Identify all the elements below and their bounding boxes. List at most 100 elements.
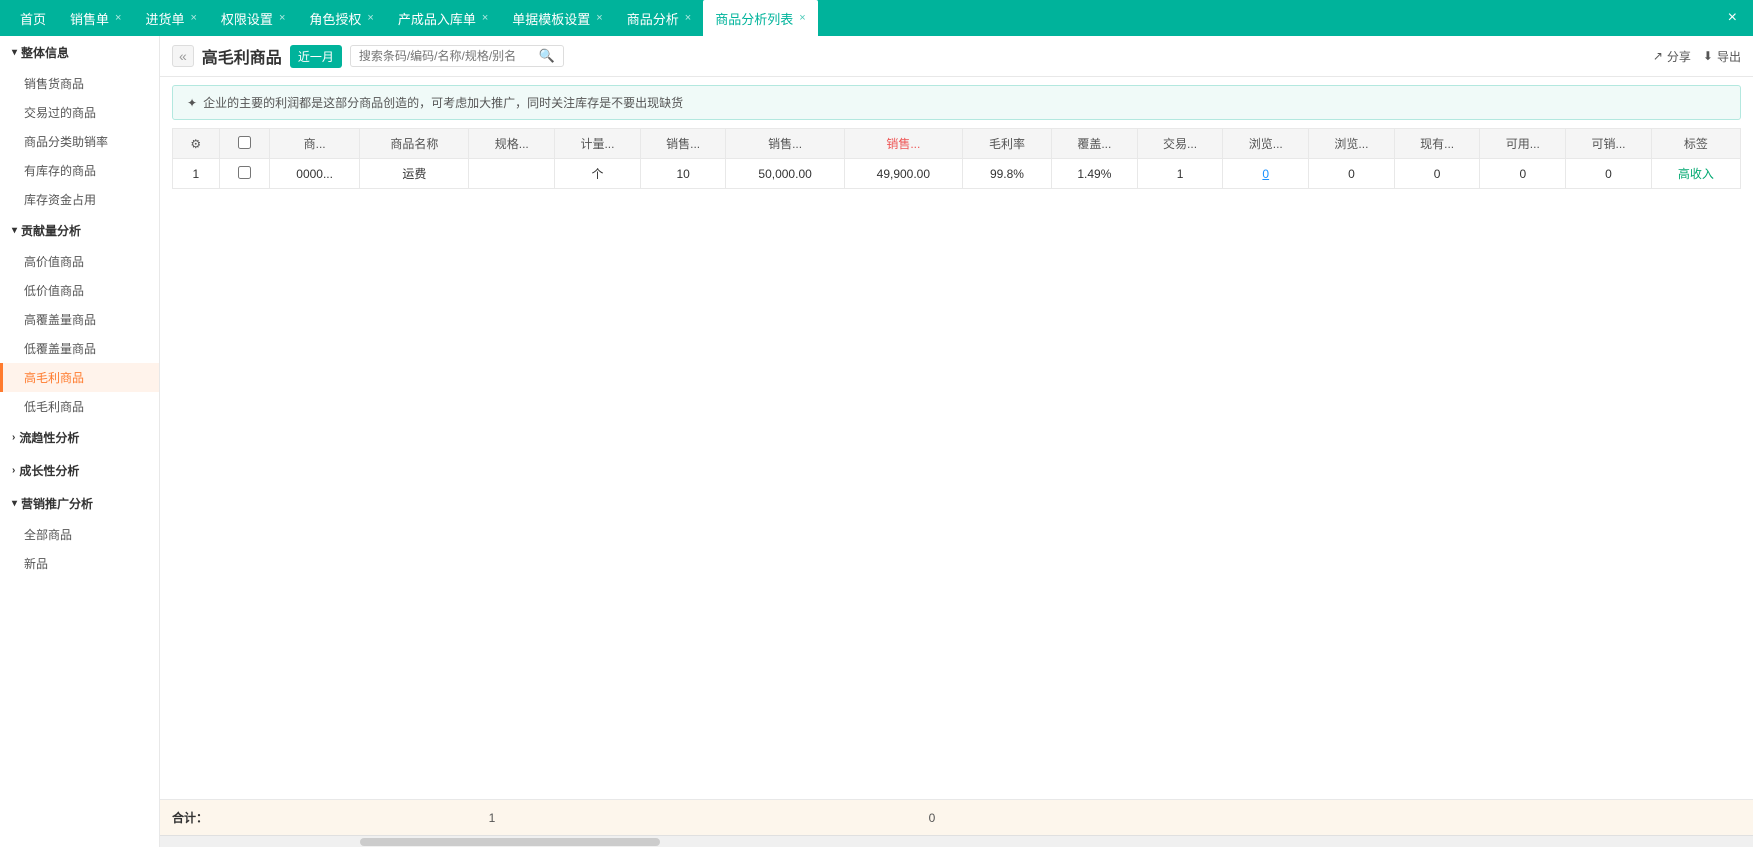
arrow-growth: › [12, 465, 15, 476]
goods-table: ⚙ 商... 商品名称 规格... 计量... 销售... 销售... 销售..… [172, 128, 1741, 189]
total-label: 合计： [172, 809, 252, 826]
cell-sale-amount: 50,000.00 [726, 159, 844, 189]
cell-saleable: 0 [1566, 159, 1652, 189]
cell-name: 运费 [360, 159, 469, 189]
cell-transaction: 1 [1137, 159, 1223, 189]
share-button[interactable]: ↗ 分享 [1653, 48, 1691, 65]
search-input[interactable] [359, 49, 539, 63]
col-coverage: 覆盖... [1052, 129, 1138, 159]
sidebar-item-traded-goods[interactable]: 交易过的商品 [0, 98, 159, 127]
sidebar-item-high-coverage[interactable]: 高覆盖量商品 [0, 305, 159, 334]
table-row: 1 0000... 运费 个 10 50,000.00 49,900.00 99… [173, 159, 1741, 189]
sidebar-item-low-margin[interactable]: 低毛利商品 [0, 392, 159, 421]
period-button[interactable]: 近一月 [290, 45, 342, 68]
col-available-stock: 可用... [1480, 129, 1566, 159]
nav-close-product-inbound[interactable]: × [482, 12, 488, 24]
nav-close-role[interactable]: × [367, 12, 373, 24]
col-tag: 标签 [1651, 129, 1740, 159]
sidebar-item-high-value[interactable]: 高价值商品 [0, 247, 159, 276]
page-title: 高毛利商品 [202, 44, 282, 68]
cell-browse1[interactable]: 0 [1223, 159, 1309, 189]
header-actions: ↗ 分享 ⬇ 导出 [1653, 48, 1741, 65]
nav-item-goods-analysis-list[interactable]: 商品分析列表 × [703, 0, 817, 36]
nav-item-product-inbound[interactable]: 产成品入库单 × [386, 0, 500, 36]
cell-available-stock: 0 [1480, 159, 1566, 189]
horizontal-scrollbar[interactable] [160, 835, 1753, 847]
sidebar-group-growth[interactable]: › 成长性分析 [0, 454, 159, 487]
col-gross-margin: 毛利率 [962, 129, 1051, 159]
search-icon: 🔍 [539, 48, 555, 64]
cell-coverage: 1.49% [1052, 159, 1138, 189]
nav-close-goods-analysis[interactable]: × [685, 12, 691, 24]
arrow-overview: ▾ [12, 47, 17, 58]
col-name: 商品名称 [360, 129, 469, 159]
nav-close-template[interactable]: × [596, 12, 602, 24]
cell-browse2: 0 [1309, 159, 1395, 189]
arrow-marketing: ▾ [12, 498, 17, 509]
cell-sale-qty: 10 [640, 159, 726, 189]
nav-item-template[interactable]: 单据模板设置 × [500, 0, 614, 36]
nav-close-all-button[interactable]: × [1720, 9, 1745, 27]
cell-sale-profit: 49,900.00 [844, 159, 962, 189]
sidebar-collapse-button[interactable]: « [172, 45, 194, 67]
select-all-checkbox[interactable] [238, 136, 251, 149]
sidebar-item-new-goods[interactable]: 新品 [0, 549, 159, 578]
cell-index: 1 [173, 159, 220, 189]
col-browse1: 浏览... [1223, 129, 1309, 159]
export-button[interactable]: ⬇ 导出 [1703, 48, 1741, 65]
nav-item-purchase[interactable]: 进货单 × [133, 0, 208, 36]
nav-item-permission[interactable]: 权限设置 × [209, 0, 297, 36]
cell-checkbox[interactable] [219, 159, 269, 189]
sidebar-item-sale-goods[interactable]: 销售货商品 [0, 69, 159, 98]
footer-cell-sale-qty: 1 [452, 811, 532, 825]
nav-close-sales[interactable]: × [115, 12, 121, 24]
col-saleable: 可销... [1566, 129, 1652, 159]
sidebar-item-in-stock[interactable]: 有库存的商品 [0, 156, 159, 185]
sidebar-group-overview[interactable]: ▾ 整体信息 [0, 36, 159, 69]
col-spec: 规格... [469, 129, 555, 159]
search-box: 🔍 [350, 45, 564, 67]
col-transaction: 交易... [1137, 129, 1223, 159]
sidebar-item-high-margin[interactable]: 高毛利商品 [0, 363, 159, 392]
cell-spec [469, 159, 555, 189]
col-sale-qty: 销售... [640, 129, 726, 159]
nav-close-purchase[interactable]: × [190, 12, 196, 24]
sidebar-item-stock-capital[interactable]: 库存资金占用 [0, 185, 159, 214]
nav-item-role[interactable]: 角色授权 × [297, 0, 385, 36]
row-checkbox[interactable] [238, 166, 251, 179]
sidebar-item-category-rate[interactable]: 商品分类助销率 [0, 127, 159, 156]
cell-tag: 高收入 [1651, 159, 1740, 189]
col-settings[interactable]: ⚙ [173, 129, 220, 159]
col-sale-profit: 销售... [844, 129, 962, 159]
sidebar-group-contribution[interactable]: ▾ 贡献量分析 [0, 214, 159, 247]
export-icon: ⬇ [1703, 49, 1713, 63]
nav-item-home[interactable]: 首页 [8, 0, 58, 36]
arrow-contribution: ▾ [12, 225, 17, 236]
col-browse2: 浏览... [1309, 129, 1395, 159]
col-sale-amount: 销售... [726, 129, 844, 159]
share-icon: ↗ [1653, 49, 1663, 63]
table-container: ⚙ 商... 商品名称 规格... 计量... 销售... 销售... 销售..… [160, 128, 1753, 799]
nav-item-sales[interactable]: 销售单 × [58, 0, 133, 36]
col-code: 商... [270, 129, 360, 159]
scrollbar-thumb[interactable] [360, 838, 660, 846]
nav-close-permission[interactable]: × [279, 12, 285, 24]
nav-close-goods-analysis-list[interactable]: × [799, 12, 805, 24]
sidebar-group-trend[interactable]: › 流趋性分析 [0, 421, 159, 454]
sidebar-group-marketing[interactable]: ▾ 营销推广分析 [0, 487, 159, 520]
main-layout: ▾ 整体信息 销售货商品 交易过的商品 商品分类助销率 有库存的商品 库存资金占… [0, 36, 1753, 847]
table-header-row: ⚙ 商... 商品名称 规格... 计量... 销售... 销售... 销售..… [173, 129, 1741, 159]
info-banner: ✦ 企业的主要的利润都是这部分商品创造的，可考虑加大推广，同时关注库存是不要出现… [172, 85, 1741, 120]
footer-totals: 合计： 1 0 [160, 799, 1753, 835]
footer-cell-transaction: 0 [892, 811, 972, 825]
col-current-stock: 现有... [1394, 129, 1480, 159]
sidebar-item-low-value[interactable]: 低价值商品 [0, 276, 159, 305]
nav-item-goods-analysis[interactable]: 商品分析 × [615, 0, 703, 36]
arrow-trend: › [12, 432, 15, 443]
sidebar-item-low-coverage[interactable]: 低覆盖量商品 [0, 334, 159, 363]
info-icon: ✦ [187, 96, 197, 110]
col-checkbox[interactable] [219, 129, 269, 159]
col-unit: 计量... [555, 129, 641, 159]
sidebar-item-all-goods[interactable]: 全部商品 [0, 520, 159, 549]
cell-gross-margin: 99.8% [962, 159, 1051, 189]
